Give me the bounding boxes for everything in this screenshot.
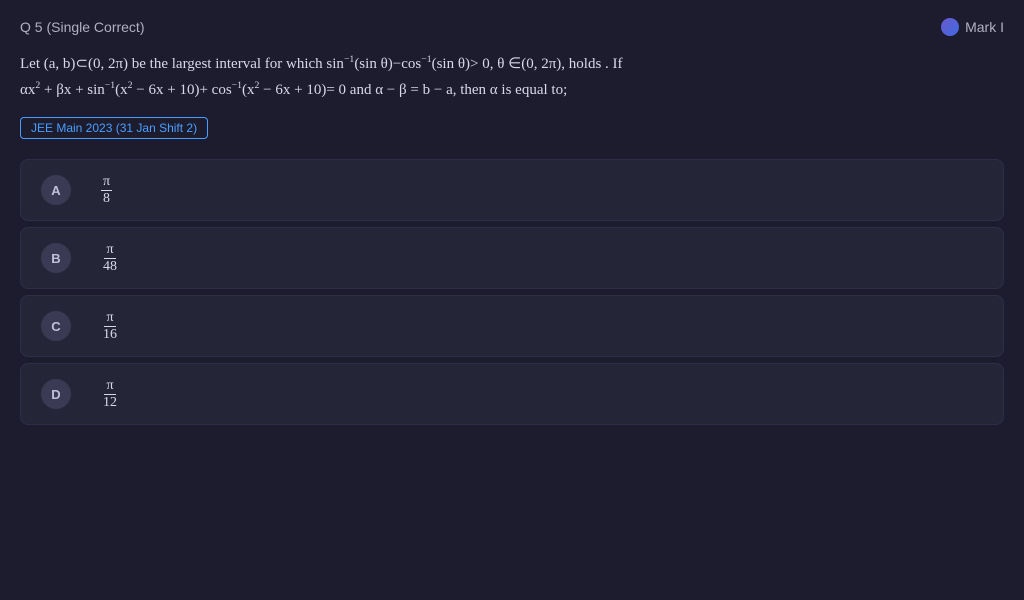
mark-icon [941,18,959,36]
page-container: Q 5 (Single Correct) Mark I Let (a, b)⊂(… [0,0,1024,600]
options-container: A π 8 B π 48 C π 16 [20,159,1004,425]
question-text: Let (a, b)⊂(0, 2π) be the largest interv… [20,52,1004,103]
option-row-d[interactable]: D π 12 [20,363,1004,425]
option-text-c: π 16 [101,310,119,342]
header-row: Q 5 (Single Correct) Mark I [20,18,1004,36]
mark-label: Mark I [965,19,1004,35]
fraction-d: π 12 [101,378,119,410]
fraction-b: π 48 [101,242,119,274]
question-line1: Let (a, b)⊂(0, 2π) be the largest interv… [20,52,1004,78]
tag-badge: JEE Main 2023 (31 Jan Shift 2) [20,117,208,139]
option-row-c[interactable]: C π 16 [20,295,1004,357]
option-circle-b: B [41,243,71,273]
option-text-d: π 12 [101,378,119,410]
option-circle-a: A [41,175,71,205]
fraction-c: π 16 [101,310,119,342]
mark-button[interactable]: Mark I [941,18,1004,36]
option-row-b[interactable]: B π 48 [20,227,1004,289]
option-circle-c: C [41,311,71,341]
fraction-a: π 8 [101,174,112,206]
question-line2: αx2 + βx + sin−1(x2 − 6x + 10)+ cos−1(x2… [20,78,1004,104]
question-label: Q 5 (Single Correct) [20,19,144,35]
option-row-a[interactable]: A π 8 [20,159,1004,221]
option-text-b: π 48 [101,242,119,274]
option-circle-d: D [41,379,71,409]
option-text-a: π 8 [101,174,112,206]
